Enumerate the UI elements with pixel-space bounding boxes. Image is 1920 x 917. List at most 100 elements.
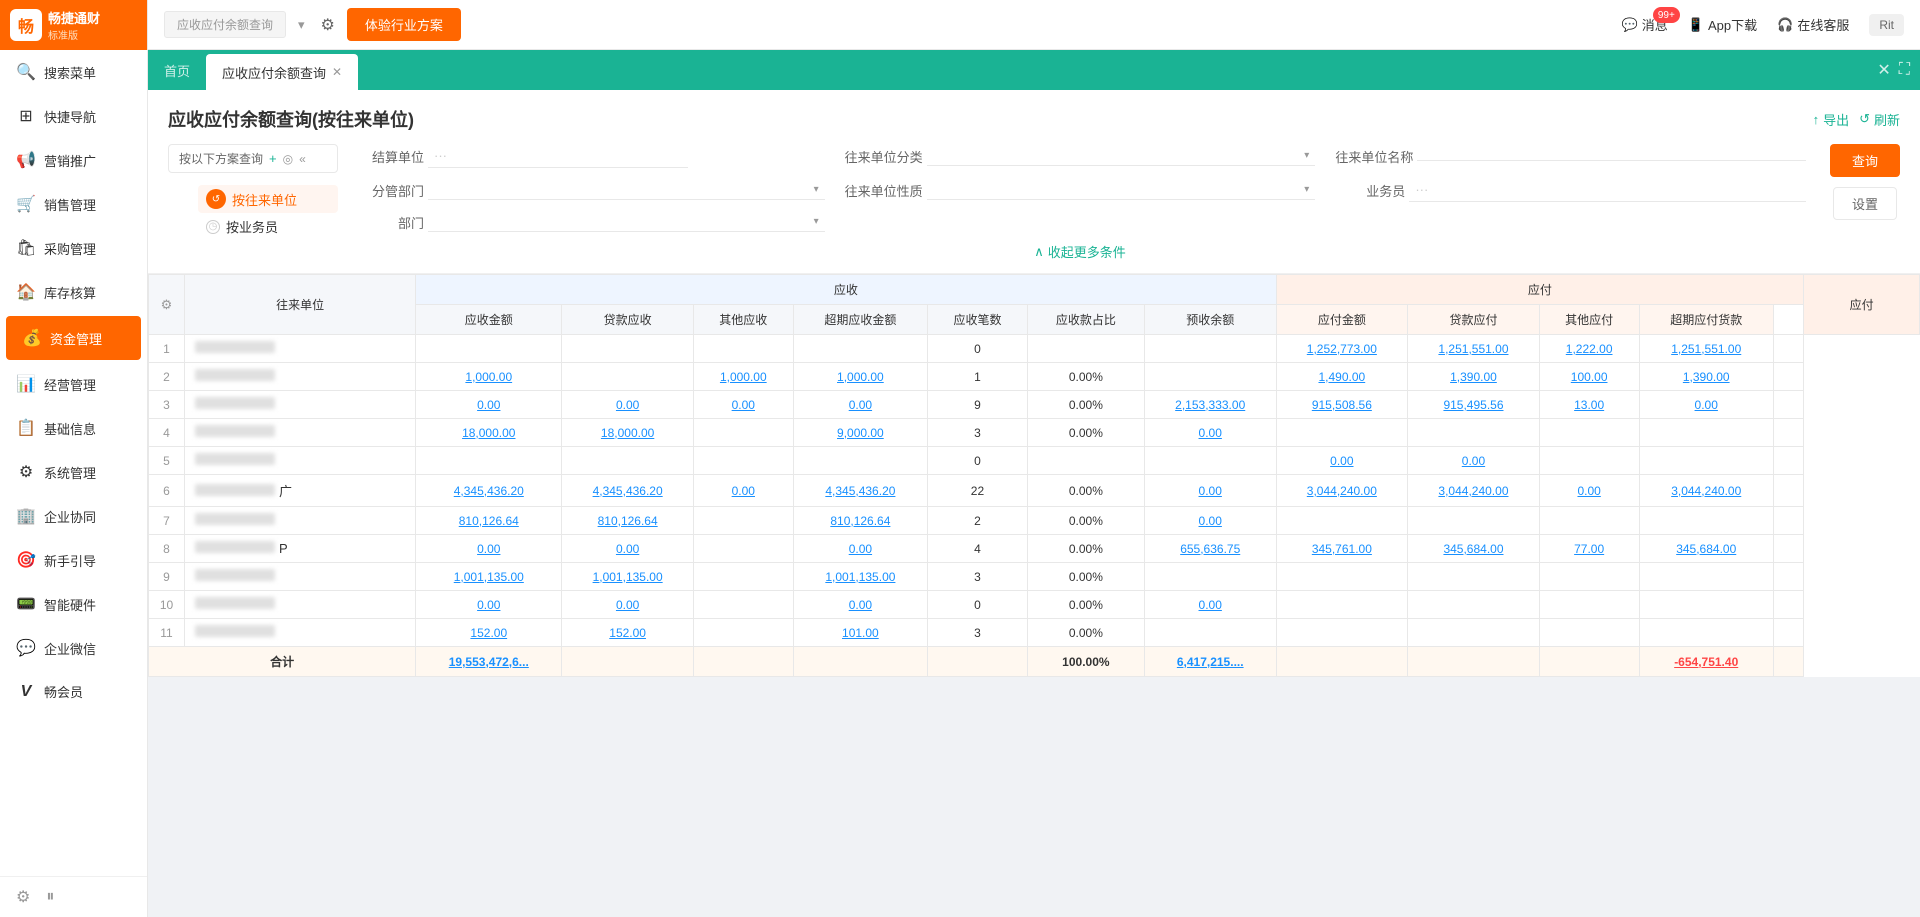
- ap_other-cell[interactable]: 77.00: [1539, 535, 1639, 563]
- sidebar-item-system[interactable]: ⚙ 系统管理: [0, 450, 147, 494]
- refresh-button[interactable]: ↺ 刷新: [1859, 110, 1900, 129]
- online-service-button[interactable]: 🎧 在线客服: [1777, 15, 1849, 34]
- app-download-button[interactable]: 📱 App下载: [1688, 15, 1757, 34]
- sidebar-item-smart-hw[interactable]: 📟 智能硬件: [0, 582, 147, 626]
- ar_overdue-cell[interactable]: 1,000.00: [793, 363, 927, 391]
- ap_loan-cell[interactable]: 3,044,240.00: [1408, 475, 1540, 507]
- sidebar-item-operations[interactable]: 📊 经营管理: [0, 362, 147, 406]
- dept-manager-select[interactable]: ▾: [428, 180, 825, 200]
- ar_overdue-cell[interactable]: 0.00: [793, 391, 927, 419]
- ap_overdue-cell[interactable]: 0.00: [1639, 391, 1773, 419]
- settings-button[interactable]: 设置: [1833, 187, 1897, 220]
- ar_loan-cell[interactable]: 810,126.64: [562, 507, 694, 535]
- ap_overdue-cell[interactable]: 1,251,551.00: [1639, 335, 1773, 363]
- close-window-icon[interactable]: ✕: [1877, 60, 1890, 80]
- ap_other-cell[interactable]: 100.00: [1539, 363, 1639, 391]
- ap_amount-cell[interactable]: 345,761.00: [1276, 535, 1408, 563]
- footer-ar-prepay[interactable]: 6,417,215....: [1144, 647, 1276, 677]
- ap_amount-cell[interactable]: 1,252,773.00: [1276, 335, 1408, 363]
- collapse-more-button[interactable]: ∧ 收起更多条件: [354, 242, 1806, 261]
- ar_overdue-cell[interactable]: 9,000.00: [793, 419, 927, 447]
- ar_overdue-cell[interactable]: 4,345,436.20: [793, 475, 927, 507]
- salesman-input[interactable]: ···: [1409, 178, 1806, 202]
- sidebar-item-inventory[interactable]: 🏠 库存核算: [0, 270, 147, 314]
- dept-select[interactable]: ▾: [428, 212, 825, 232]
- scheme-by-partner[interactable]: ↺ 按往来单位: [198, 185, 338, 213]
- ap_other-cell[interactable]: 1,222.00: [1539, 335, 1639, 363]
- ar_amount-cell[interactable]: 1,000.00: [416, 363, 562, 391]
- breadcrumb-chevron-icon[interactable]: ▾: [298, 17, 305, 33]
- ar_prepay-cell[interactable]: 2,153,333.00: [1144, 391, 1276, 419]
- ap_amount-cell[interactable]: 915,508.56: [1276, 391, 1408, 419]
- ar_loan-cell[interactable]: 0.00: [562, 391, 694, 419]
- ap_amount-cell[interactable]: 1,490.00: [1276, 363, 1408, 391]
- maximize-icon[interactable]: ⛶: [1899, 61, 1910, 79]
- sidebar-item-sales[interactable]: 🛒 销售管理: [0, 182, 147, 226]
- ap_loan-cell[interactable]: 345,684.00: [1408, 535, 1540, 563]
- scheme-by-salesman[interactable]: ◷ 按业务员: [198, 213, 338, 240]
- tab-close-icon[interactable]: ✕: [332, 65, 342, 79]
- export-button[interactable]: ↑ 导出: [1813, 110, 1850, 129]
- ap_amount-cell[interactable]: 3,044,240.00: [1276, 475, 1408, 507]
- footer-ar-amount[interactable]: 19,553,472,6...: [416, 647, 562, 677]
- ap_loan-cell[interactable]: 1,390.00: [1408, 363, 1540, 391]
- sidebar-item-basic-info[interactable]: 📋 基础信息: [0, 406, 147, 450]
- sidebar-item-purchase[interactable]: 🛍 采购管理: [0, 226, 147, 270]
- ar_loan-cell[interactable]: 1,001,135.00: [562, 563, 694, 591]
- ap_other-cell[interactable]: 13.00: [1539, 391, 1639, 419]
- ar_amount-cell[interactable]: 810,126.64: [416, 507, 562, 535]
- ap_amount-cell[interactable]: 0.00: [1276, 447, 1408, 475]
- sidebar-item-search-menu[interactable]: 🔍 搜索菜单: [0, 50, 147, 94]
- partner-name-input[interactable]: [1417, 152, 1806, 161]
- ar_overdue-cell[interactable]: 0.00: [793, 591, 927, 619]
- ar_amount-cell[interactable]: 152.00: [416, 619, 562, 647]
- ar_prepay-cell[interactable]: 0.00: [1144, 591, 1276, 619]
- solution-button[interactable]: 体验行业方案: [347, 8, 461, 41]
- partner-category-select[interactable]: ▾: [927, 146, 1316, 166]
- ap_overdue-cell[interactable]: 1,390.00: [1639, 363, 1773, 391]
- query-button[interactable]: 查询: [1830, 144, 1900, 177]
- scheme-add-icon[interactable]: +: [269, 151, 277, 166]
- ar_other-cell[interactable]: 1,000.00: [693, 363, 793, 391]
- sidebar-item-wechat[interactable]: 💬 企业微信: [0, 626, 147, 670]
- scheme-settings-icon[interactable]: ◎: [283, 152, 293, 166]
- table-settings-icon[interactable]: ⚙: [161, 297, 173, 312]
- sidebar-item-quick-nav[interactable]: ⊞ 快捷导航: [0, 94, 147, 138]
- ap_loan-cell[interactable]: 1,251,551.00: [1408, 335, 1540, 363]
- ar_prepay-cell[interactable]: 0.00: [1144, 419, 1276, 447]
- ar_prepay-cell[interactable]: 0.00: [1144, 507, 1276, 535]
- ar_overdue-cell[interactable]: 810,126.64: [793, 507, 927, 535]
- user-menu[interactable]: Rit: [1869, 14, 1904, 36]
- sidebar-item-marketing[interactable]: 📢 营销推广: [0, 138, 147, 182]
- tab-home[interactable]: 首页: [148, 50, 206, 90]
- ar_overdue-cell[interactable]: 1,001,135.00: [793, 563, 927, 591]
- ar_loan-cell[interactable]: 4,345,436.20: [562, 475, 694, 507]
- ap_overdue-cell[interactable]: 345,684.00: [1639, 535, 1773, 563]
- sidebar-item-enterprise[interactable]: 🏢 企业协同: [0, 494, 147, 538]
- footer-ap-overdue[interactable]: -654,751.40: [1639, 647, 1773, 677]
- ap_other-cell[interactable]: 0.00: [1539, 475, 1639, 507]
- ar_loan-cell[interactable]: 152.00: [562, 619, 694, 647]
- settings-bottom-icon[interactable]: ⚙: [16, 887, 30, 907]
- ap_loan-cell[interactable]: 0.00: [1408, 447, 1540, 475]
- sidebar-item-guide[interactable]: 🎯 新手引导: [0, 538, 147, 582]
- sidebar-item-funds[interactable]: 💰 资金管理: [6, 316, 141, 360]
- ar_amount-cell[interactable]: 4,345,436.20: [416, 475, 562, 507]
- ar_overdue-cell[interactable]: 101.00: [793, 619, 927, 647]
- ar_loan-cell[interactable]: 18,000.00: [562, 419, 694, 447]
- ar_other-cell[interactable]: 0.00: [693, 391, 793, 419]
- ar_prepay-cell[interactable]: 655,636.75: [1144, 535, 1276, 563]
- ar_amount-cell[interactable]: 18,000.00: [416, 419, 562, 447]
- ap_loan-cell[interactable]: 915,495.56: [1408, 391, 1540, 419]
- ar_overdue-cell[interactable]: 0.00: [793, 535, 927, 563]
- ar_loan-cell[interactable]: 0.00: [562, 591, 694, 619]
- ar_loan-cell[interactable]: 0.00: [562, 535, 694, 563]
- ar_other-cell[interactable]: 0.00: [693, 475, 793, 507]
- topbar-gear-icon[interactable]: ⚙: [321, 15, 335, 35]
- collapse-sidebar-icon[interactable]: ⏸: [46, 888, 54, 906]
- table-wrapper[interactable]: ⚙ 往来单位 应收 应付 应付 应收金额 贷款应收 其他应收: [148, 274, 1920, 677]
- tab-ar-ap[interactable]: 应收应付余额查询 ✕: [206, 54, 358, 90]
- ap_overdue-cell[interactable]: 3,044,240.00: [1639, 475, 1773, 507]
- settlement-unit-input[interactable]: ···: [428, 144, 688, 168]
- sidebar-item-member[interactable]: V 畅会员: [0, 670, 147, 713]
